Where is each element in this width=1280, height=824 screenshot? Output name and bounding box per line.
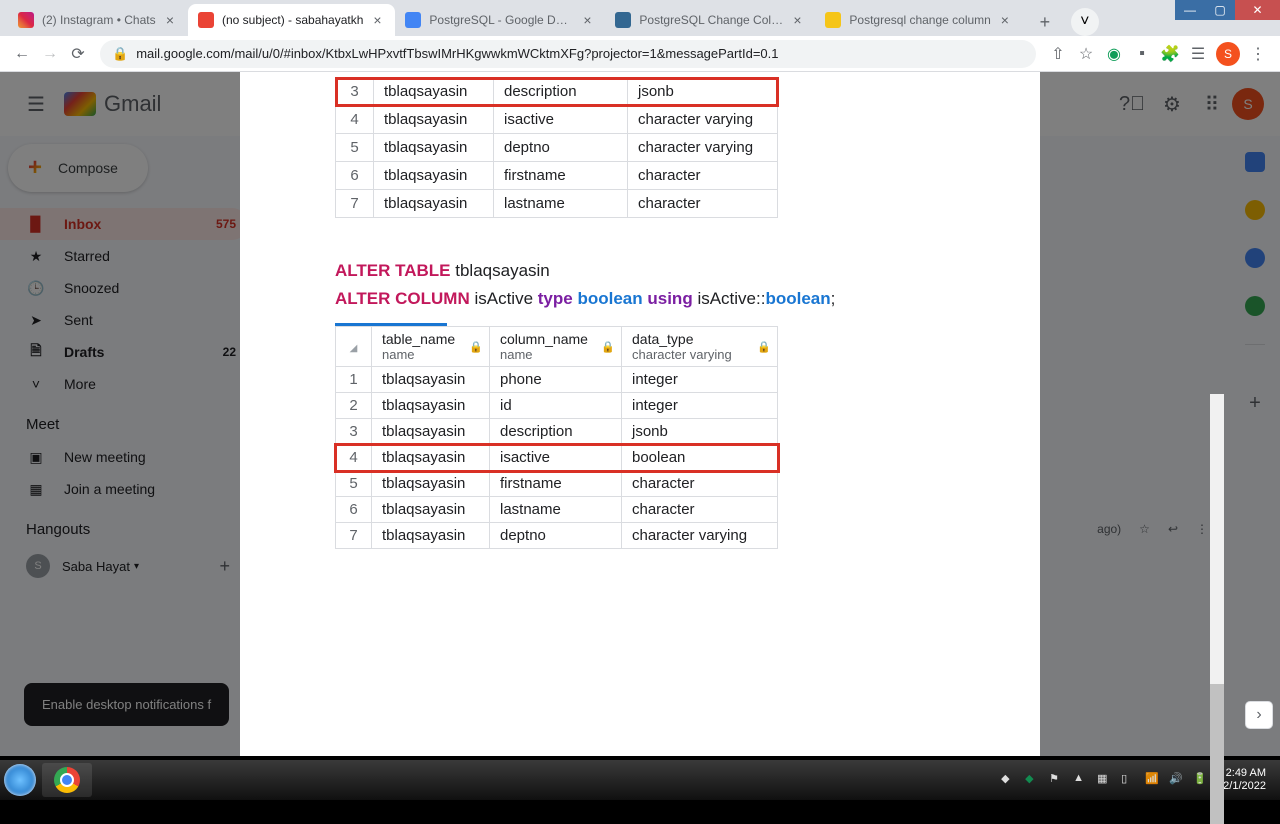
- table-row: 3tblaqsayasindescriptionjsonb: [336, 419, 778, 445]
- time-text: 2:49 AM: [1223, 767, 1266, 780]
- result-table-before: 3tblaqsayasindescriptionjsonb4tblaqsayas…: [335, 77, 778, 218]
- lock-icon: 🔒: [112, 46, 128, 62]
- tab-title: (no subject) - sabahayatkh: [222, 13, 363, 27]
- table-row: 2tblaqsayasinidinteger: [336, 393, 778, 419]
- sql-statement: ALTER TABLE tblaqsayasin ALTER COLUMN is…: [335, 258, 1040, 313]
- table-row: 6tblaqsayasinlastnamecharacter: [336, 497, 778, 523]
- table-row: 7tblaqsayasindeptnocharacter varying: [336, 523, 778, 549]
- tab-title: PostgreSQL - Google Docs: [429, 13, 573, 27]
- taskbar-chrome[interactable]: [42, 763, 92, 797]
- gmail-icon: [198, 12, 214, 28]
- extensions-button[interactable]: 🧩: [1156, 40, 1184, 68]
- tray-icon[interactable]: ⚑: [1049, 772, 1065, 788]
- table-row: 5tblaqsayasindeptnocharacter varying: [336, 134, 778, 162]
- tab-gmail[interactable]: (no subject) - sabahayatkh ×: [188, 4, 395, 36]
- back-button[interactable]: ←: [8, 40, 36, 68]
- tab-title: (2) Instagram • Chats: [42, 13, 156, 27]
- extension-icon[interactable]: ▪: [1128, 40, 1156, 68]
- close-icon[interactable]: ×: [162, 12, 178, 28]
- wifi-icon[interactable]: 📶: [1145, 772, 1161, 788]
- window-close[interactable]: ✕: [1235, 0, 1280, 20]
- table-row: 4tblaqsayasinisactiveboolean: [336, 445, 778, 471]
- url-input[interactable]: 🔒 mail.google.com/mail/u/0/#inbox/KtbxLw…: [100, 40, 1036, 68]
- system-tray: ◆ ◆ ⚑ ▲ ▦ ▯ 📶 🔊 🔋 2:49 AM 2/1/2022: [1001, 767, 1280, 793]
- star-icon[interactable]: ☆: [1072, 40, 1100, 68]
- attachment-viewer: 3tblaqsayasindescriptionjsonb4tblaqsayas…: [240, 72, 1040, 756]
- postgres-icon: [615, 12, 631, 28]
- address-bar: ← → ⟳ 🔒 mail.google.com/mail/u/0/#inbox/…: [0, 36, 1280, 72]
- instagram-icon: [18, 12, 34, 28]
- chrome-icon: [54, 767, 80, 793]
- browser-tab-bar: (2) Instagram • Chats × (no subject) - s…: [0, 0, 1280, 36]
- clock[interactable]: 2:49 AM 2/1/2022: [1217, 767, 1272, 793]
- table-row: 4tblaqsayasinisactivecharacter varying: [336, 106, 778, 134]
- window-minimize[interactable]: —: [1175, 0, 1205, 20]
- table-row: 5tblaqsayasinfirstnamecharacter: [336, 471, 778, 497]
- grammarly-icon[interactable]: ◉: [1100, 40, 1128, 68]
- close-icon[interactable]: ×: [997, 12, 1013, 28]
- tray-icon[interactable]: ◆: [1025, 772, 1041, 788]
- window-maximize[interactable]: ▢: [1205, 0, 1235, 20]
- menu-icon[interactable]: ⋮: [1244, 40, 1272, 68]
- tab-title: Postgresql change column: [849, 13, 990, 27]
- profile-avatar[interactable]: S: [1216, 42, 1240, 66]
- windows-taskbar: ◆ ◆ ⚑ ▲ ▦ ▯ 📶 🔊 🔋 2:49 AM 2/1/2022: [0, 760, 1280, 800]
- volume-icon[interactable]: 🔊: [1169, 772, 1185, 788]
- close-icon[interactable]: ×: [579, 12, 595, 28]
- url-text: mail.google.com/mail/u/0/#inbox/KtbxLwHP…: [136, 46, 1024, 61]
- scrollbar-thumb[interactable]: [1210, 684, 1224, 824]
- network-icon[interactable]: ▯: [1121, 772, 1137, 788]
- reload-button[interactable]: ⟳: [64, 40, 92, 68]
- reading-list-icon[interactable]: ☰: [1184, 40, 1212, 68]
- doc-icon: [825, 12, 841, 28]
- expand-panel-button[interactable]: ›: [1246, 702, 1272, 728]
- close-icon[interactable]: ×: [369, 12, 385, 28]
- tab-postgres-change[interactable]: PostgreSQL Change Colum ×: [605, 4, 815, 36]
- profile-dropdown[interactable]: ˅: [1071, 8, 1099, 36]
- table-header-row: ◢table_namename🔒column_namename🔒data_typ…: [336, 327, 778, 367]
- tab-instagram[interactable]: (2) Instagram • Chats ×: [8, 4, 188, 36]
- tray-icon[interactable]: ◆: [1001, 772, 1017, 788]
- table-row: 7tblaqsayasinlastnamecharacter: [336, 190, 778, 218]
- close-icon[interactable]: ×: [789, 12, 805, 28]
- tray-icon[interactable]: ▦: [1097, 772, 1113, 788]
- share-icon[interactable]: ⇧: [1044, 40, 1072, 68]
- battery-icon[interactable]: 🔋: [1193, 772, 1209, 788]
- windows-icon: [4, 764, 36, 796]
- date-text: 2/1/2022: [1223, 780, 1266, 793]
- tray-icon[interactable]: ▲: [1073, 772, 1089, 788]
- tab-title: PostgreSQL Change Colum: [639, 13, 783, 27]
- tab-gdocs[interactable]: PostgreSQL - Google Docs ×: [395, 4, 605, 36]
- table-row: 1tblaqsayasinphoneinteger: [336, 367, 778, 393]
- gdocs-icon: [405, 12, 421, 28]
- tab-postgres-col[interactable]: Postgresql change column ×: [815, 4, 1022, 36]
- result-table-after: ◢table_namename🔒column_namename🔒data_typ…: [335, 326, 778, 549]
- new-tab-button[interactable]: +: [1031, 8, 1059, 36]
- table-row: 6tblaqsayasinfirstnamecharacter: [336, 162, 778, 190]
- forward-button[interactable]: →: [36, 40, 64, 68]
- scrollbar[interactable]: [1210, 394, 1224, 824]
- table-row: 3tblaqsayasindescriptionjsonb: [336, 78, 778, 106]
- start-button[interactable]: [0, 760, 40, 800]
